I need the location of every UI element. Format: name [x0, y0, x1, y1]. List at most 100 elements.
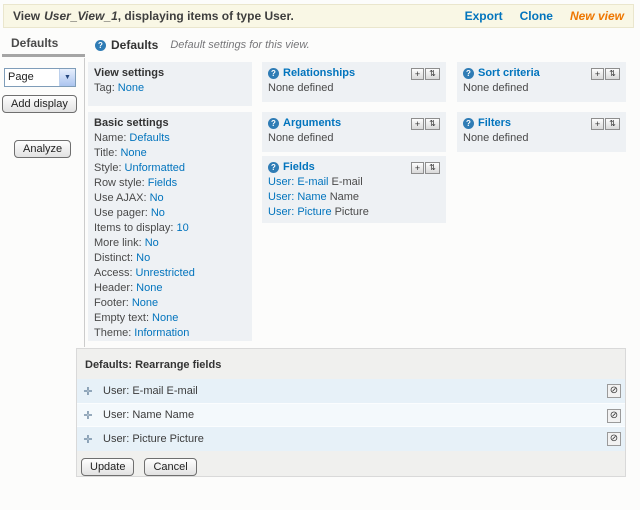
setting-value-link[interactable]: No: [136, 252, 150, 264]
view-title-prefix: View: [13, 9, 41, 23]
setting-label: More link:: [94, 237, 142, 249]
add-icon[interactable]: +: [591, 117, 604, 130]
empty-text: None defined: [463, 132, 529, 144]
setting-row: Access: Unrestricted: [94, 266, 246, 281]
setting-label: Use AJAX:: [94, 192, 147, 204]
add-display-button[interactable]: Add display: [2, 95, 77, 113]
rearrange-icon[interactable]: ⇅: [425, 67, 440, 80]
relationships-title-link[interactable]: Relationships: [283, 66, 355, 81]
cancel-button[interactable]: Cancel: [144, 458, 197, 476]
rearrange-icon[interactable]: ⇅: [425, 117, 440, 130]
help-icon[interactable]: ?: [95, 39, 106, 51]
help-icon[interactable]: ?: [268, 68, 279, 79]
add-icon[interactable]: +: [411, 67, 424, 80]
view-name: User_View_1: [44, 9, 118, 23]
display-style-select[interactable]: Page ▼: [4, 68, 76, 87]
field-label: Name: [329, 191, 360, 203]
setting-value-link[interactable]: None: [152, 312, 178, 324]
basic-settings-box: Basic settings Name: Defaults Title: None …: [88, 112, 252, 341]
rearrange-icon[interactable]: ⇅: [425, 161, 440, 174]
row-label: User: Picture Picture: [103, 433, 204, 445]
setting-value-link[interactable]: Fields: [148, 177, 177, 189]
help-icon[interactable]: ?: [268, 162, 279, 173]
view-message-bar: View User_View_1, displaying items of typ…: [3, 4, 634, 28]
sort-criteria-box: ? Sort criteria + ⇅ None defined: [457, 62, 626, 102]
section-header: ? Defaults Default settings for this vie…: [95, 37, 310, 53]
setting-label: Row style:: [94, 177, 145, 189]
tag-value-link[interactable]: None: [118, 82, 144, 94]
clone-link[interactable]: Clone: [520, 9, 553, 23]
add-icon[interactable]: +: [411, 161, 424, 174]
fields-box: ? Fields + ⇅ User: E-mail E-mail User: Na…: [262, 156, 446, 223]
empty-text: None defined: [463, 82, 529, 94]
setting-label: Header:: [94, 282, 134, 294]
sidebar: Page ▼ Add display Analyze: [2, 58, 85, 347]
setting-value-link[interactable]: No: [151, 207, 165, 219]
field-row: User: E-mail E-mail: [268, 175, 440, 190]
add-icon[interactable]: +: [591, 67, 604, 80]
setting-label: Distinct:: [94, 252, 134, 264]
setting-row: Empty text: None: [94, 311, 246, 326]
setting-label: Style:: [94, 162, 122, 174]
setting-label: Access:: [94, 267, 133, 279]
setting-row: Distinct: No: [94, 251, 246, 266]
basic-settings-title: Basic settings: [94, 117, 169, 129]
setting-label: Footer:: [94, 297, 129, 309]
remove-button[interactable]: ⊘: [607, 409, 621, 423]
chevron-down-icon: ▼: [59, 69, 75, 86]
new-view-link[interactable]: New view: [570, 9, 624, 23]
setting-row: Use pager: No: [94, 206, 246, 221]
setting-label: Empty text:: [94, 312, 150, 324]
analyze-button[interactable]: Analyze: [14, 140, 72, 158]
setting-value-link[interactable]: None: [132, 297, 158, 309]
view-title: View User_View_1, displaying items of typ…: [13, 9, 448, 23]
field-label: Picture: [334, 206, 369, 218]
drag-handle-icon[interactable]: ✛: [81, 409, 95, 422]
setting-value-link[interactable]: No: [150, 192, 164, 204]
help-icon[interactable]: ?: [268, 118, 279, 129]
setting-value-link[interactable]: Defaults: [129, 132, 169, 144]
sort-criteria-title-link[interactable]: Sort criteria: [478, 66, 540, 81]
rearrange-icon[interactable]: ⇅: [605, 67, 620, 80]
row-label: User: E-mail E-mail: [103, 385, 198, 397]
rearrange-icon[interactable]: ⇅: [605, 117, 620, 130]
arguments-title-link[interactable]: Arguments: [283, 116, 341, 131]
help-icon[interactable]: ?: [463, 68, 474, 79]
setting-value-link[interactable]: No: [145, 237, 159, 249]
export-link[interactable]: Export: [465, 9, 503, 23]
setting-row: Style: Unformatted: [94, 161, 246, 176]
field-link[interactable]: User: Picture: [268, 206, 332, 218]
setting-row: More link: No: [94, 236, 246, 251]
setting-value-link[interactable]: 10: [176, 222, 188, 234]
setting-label: Theme:: [94, 327, 132, 339]
arguments-box: ? Arguments + ⇅ None defined: [262, 112, 446, 152]
section-title: Defaults: [111, 38, 159, 52]
empty-text: None defined: [268, 132, 334, 144]
fields-title-link[interactable]: Fields: [283, 160, 315, 175]
setting-value-link[interactable]: Unformatted: [125, 162, 186, 174]
help-icon[interactable]: ?: [463, 118, 474, 129]
setting-label: Tag:: [94, 82, 115, 94]
drag-handle-icon[interactable]: ✛: [81, 433, 95, 446]
setting-value-link[interactable]: Information: [134, 327, 189, 339]
drag-handle-icon[interactable]: ✛: [81, 385, 95, 398]
view-title-suffix: , displaying items of type User.: [117, 9, 294, 23]
update-button[interactable]: Update: [81, 458, 135, 476]
filters-title-link[interactable]: Filters: [478, 116, 511, 131]
setting-value-link[interactable]: None: [120, 147, 146, 159]
display-style-select-value: Page: [8, 71, 34, 83]
remove-button[interactable]: ⊘: [607, 384, 621, 398]
filters-box: ? Filters + ⇅ None defined: [457, 112, 626, 152]
tab-defaults[interactable]: Defaults: [2, 33, 85, 57]
field-link[interactable]: User: E-mail: [268, 176, 329, 188]
setting-row: Header: None: [94, 281, 246, 296]
section-description: Default settings for this view.: [170, 39, 310, 51]
setting-row: Name: Defaults: [94, 131, 246, 146]
setting-label: Items to display:: [94, 222, 174, 234]
setting-value-link[interactable]: None: [136, 282, 162, 294]
setting-value-link[interactable]: Unrestricted: [136, 267, 195, 279]
table-row: ✛ User: E-mail E-mail ⊘: [77, 379, 625, 403]
remove-button[interactable]: ⊘: [607, 432, 621, 446]
field-link[interactable]: User: Name: [268, 191, 327, 203]
add-icon[interactable]: +: [411, 117, 424, 130]
